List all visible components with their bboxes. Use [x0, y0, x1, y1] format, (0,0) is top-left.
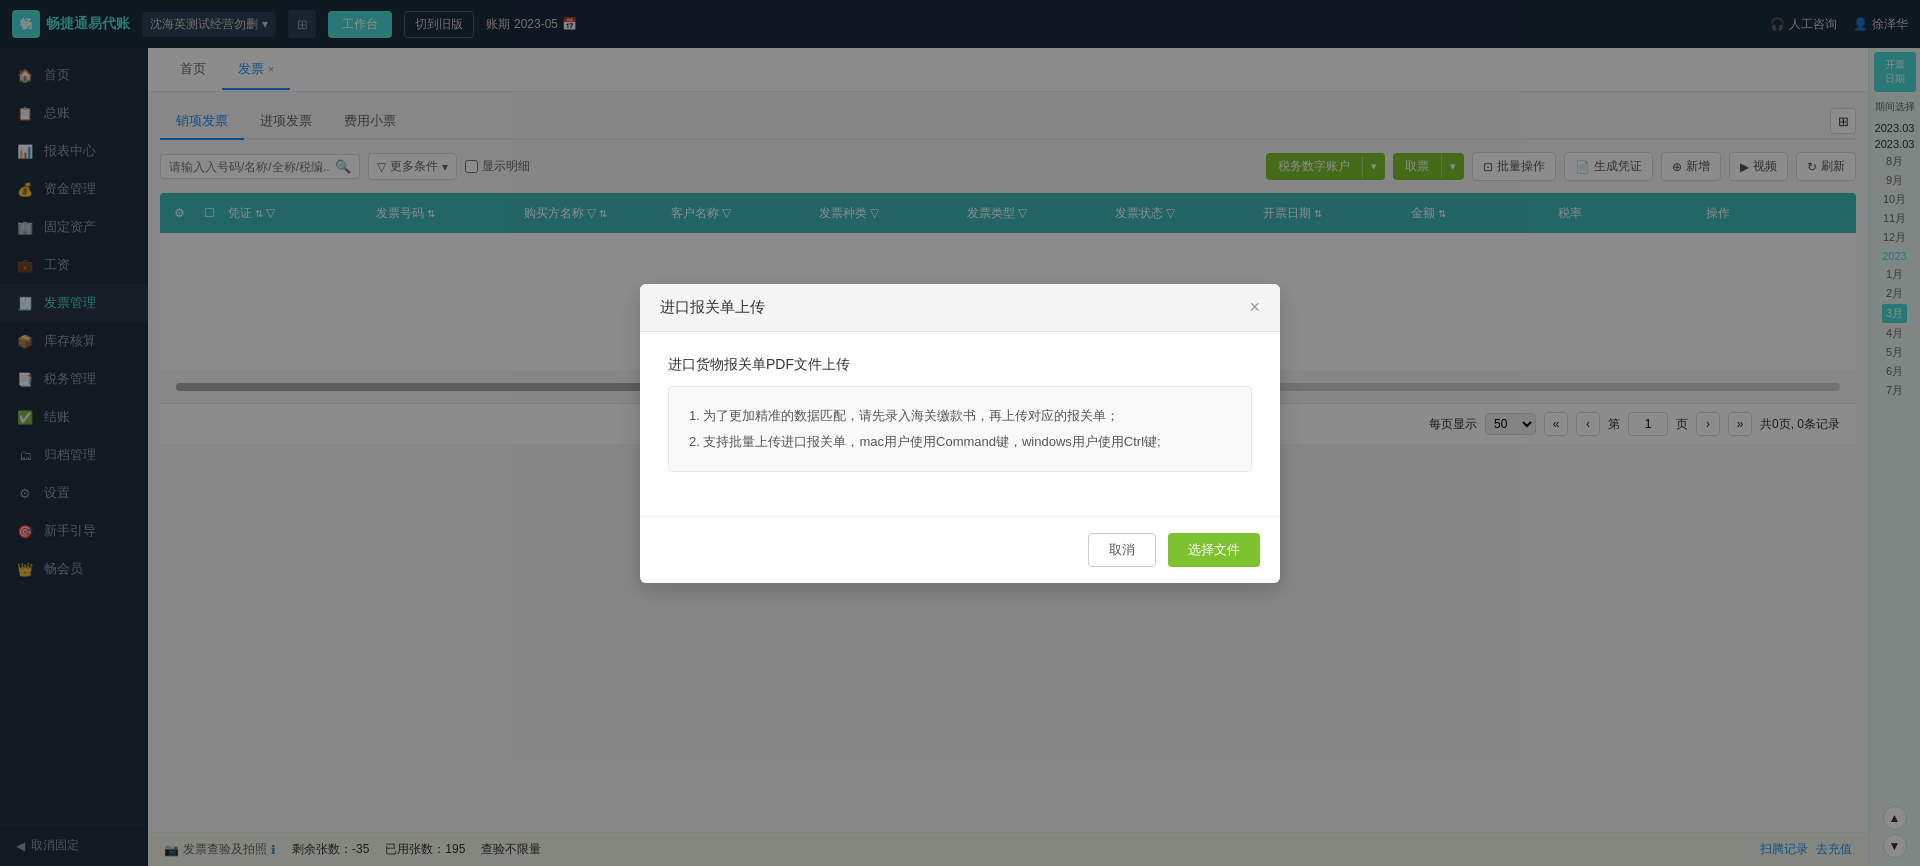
modal-close-btn[interactable]: ×: [1249, 298, 1260, 316]
modal-footer: 取消 选择文件: [640, 516, 1280, 583]
modal-header: 进口报关单上传 ×: [640, 284, 1280, 332]
modal-cancel-btn[interactable]: 取消: [1088, 533, 1156, 567]
modal-overlay[interactable]: 进口报关单上传 × 进口货物报关单PDF文件上传 1. 为了更加精准的数据匹配，…: [0, 0, 1920, 866]
modal-body: 进口货物报关单PDF文件上传 1. 为了更加精准的数据匹配，请先录入海关缴款书，…: [640, 332, 1280, 516]
modal-instruction-2: 2. 支持批量上传进口报关单，mac用户使用Command键，windows用户…: [689, 429, 1231, 455]
modal-section-title: 进口货物报关单PDF文件上传: [668, 356, 1252, 374]
modal-select-file-btn[interactable]: 选择文件: [1168, 533, 1260, 567]
import-customs-modal: 进口报关单上传 × 进口货物报关单PDF文件上传 1. 为了更加精准的数据匹配，…: [640, 284, 1280, 583]
app-container: 畅 畅捷通易代账 沈海英测试经营勿删 ▾ ⊞ 工作台 切到旧版 账期 2023-…: [0, 0, 1920, 866]
modal-info-box: 1. 为了更加精准的数据匹配，请先录入海关缴款书，再上传对应的报关单； 2. 支…: [668, 386, 1252, 472]
modal-title: 进口报关单上传: [660, 298, 765, 317]
modal-instruction-1: 1. 为了更加精准的数据匹配，请先录入海关缴款书，再上传对应的报关单；: [689, 403, 1231, 429]
